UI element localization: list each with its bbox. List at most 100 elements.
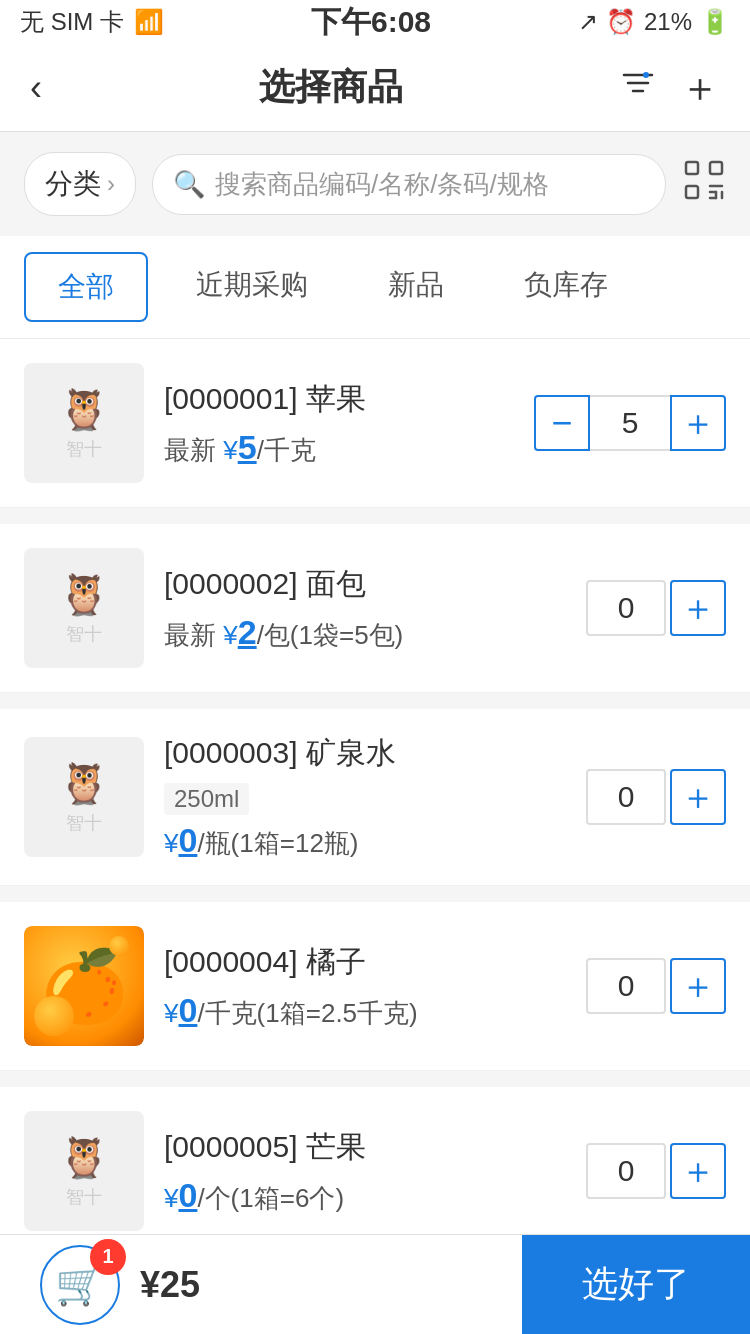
search-box[interactable]: 🔍 搜索商品编码/名称/条码/规格 [152,154,666,215]
owl-placeholder: 🦉 智十 [59,760,109,835]
qty-input[interactable] [586,580,666,636]
product-image: 🦉 智十 [24,363,144,483]
price-symbol: ¥ [223,620,237,650]
product-price: ¥0/瓶(1箱=12瓶) [164,821,566,861]
tab-new[interactable]: 新品 [356,252,476,322]
product-price: 最新 ¥2/包(1袋=5包) [164,613,566,653]
product-image: 🍊 [24,926,144,1046]
nav-right: ＋ [620,60,720,115]
qty-input[interactable] [590,395,670,451]
product-list: 🦉 智十 [0000001] 苹果 最新 ¥5/千克 − ＋ 🦉 智十 [000… [0,339,750,1334]
owl-label: 智十 [66,622,102,646]
qty-input[interactable] [586,958,666,1014]
category-button[interactable]: 分类 › [24,152,136,216]
product-name: [0000005] 芒果 [164,1127,566,1168]
price-unit: /个(1箱=6个) [197,1183,344,1213]
owl-placeholder: 🦉 智十 [59,386,109,461]
qty-decrease-button[interactable]: − [534,395,590,451]
product-name: [0000002] 面包 [164,564,566,605]
list-item: 🍊 [0000004] 橘子 ¥0/千克(1箱=2.5千克) ＋ [0,902,750,1071]
qty-increase-button[interactable]: ＋ [670,1143,726,1199]
status-right: ↗ ⏰ 21% 🔋 [578,8,730,36]
add-button[interactable]: ＋ [680,60,720,115]
owl-icon: 🦉 [59,386,109,433]
location-icon: ↗ [578,8,598,36]
owl-placeholder: 🦉 智十 [59,571,109,646]
qty-control: ＋ [586,1143,726,1199]
qty-input[interactable] [586,1143,666,1199]
category-label: 分类 [45,165,101,203]
nav-bar: ‹ 选择商品 ＋ [0,44,750,132]
product-name: [0000004] 橘子 [164,942,566,983]
price-unit: /千克 [257,435,316,465]
product-price: 最新 ¥5/千克 [164,428,514,468]
price-amount: 0 [178,991,197,1029]
scan-icon[interactable] [682,158,726,211]
back-button[interactable]: ‹ [30,67,42,109]
qty-input[interactable] [586,769,666,825]
owl-icon: 🦉 [59,571,109,618]
price-amount: 0 [178,821,197,859]
status-bar: 无 SIM 卡 📶 下午6:08 ↗ ⏰ 21% 🔋 [0,0,750,44]
price-amount: 5 [238,428,257,466]
tab-recent[interactable]: 近期采购 [164,252,340,322]
qty-control: ＋ [586,958,726,1014]
cart-total: ¥25 [140,1264,200,1306]
qty-control: − ＋ [534,395,726,451]
owl-label: 智十 [66,437,102,461]
battery-icon: 🔋 [700,8,730,36]
wifi-icon: 📶 [134,8,164,36]
qty-increase-button[interactable]: ＋ [670,958,726,1014]
category-arrow-icon: › [107,170,115,198]
svg-rect-4 [686,162,698,174]
product-info: [0000003] 矿泉水 250ml ¥0/瓶(1箱=12瓶) [164,733,566,861]
product-image: 🦉 智十 [24,737,144,857]
price-amount: 0 [178,1176,197,1214]
filter-bar: 分类 › 🔍 搜索商品编码/名称/条码/规格 [0,132,750,236]
product-name: [0000003] 矿泉水 [164,733,566,774]
tab-negative[interactable]: 负库存 [492,252,640,322]
qty-control: ＋ [586,580,726,636]
tab-all[interactable]: 全部 [24,252,148,322]
price-unit: /包(1袋=5包) [257,620,404,650]
product-price: ¥0/千克(1箱=2.5千克) [164,991,566,1031]
cart-button[interactable]: 🛒 1 [40,1245,120,1325]
product-spec: 250ml [164,783,249,815]
price-unit: /瓶(1箱=12瓶) [197,828,358,858]
search-icon: 🔍 [173,169,205,200]
product-info: [0000005] 芒果 ¥0/个(1箱=6个) [164,1127,566,1216]
battery-text: 21% [644,8,692,36]
owl-label: 智十 [66,1185,102,1209]
svg-rect-5 [710,162,722,174]
filter-icon[interactable] [620,65,656,110]
price-amount: 2 [238,613,257,651]
owl-label: 智十 [66,811,102,835]
list-item: 🦉 智十 [0000003] 矿泉水 250ml ¥0/瓶(1箱=12瓶) ＋ [0,709,750,886]
product-image: 🦉 智十 [24,1111,144,1231]
qty-increase-button[interactable]: ＋ [670,580,726,636]
list-item: 🦉 智十 [0000005] 芒果 ¥0/个(1箱=6个) ＋ [0,1087,750,1256]
list-item: 🦉 智十 [0000001] 苹果 最新 ¥5/千克 − ＋ [0,339,750,508]
cart-area: 🛒 1 ¥25 [0,1245,522,1325]
confirm-button[interactable]: 选好了 [522,1235,750,1334]
alarm-icon: ⏰ [606,8,636,36]
status-left: 无 SIM 卡 📶 [20,6,164,38]
bottom-bar: 🛒 1 ¥25 选好了 [0,1234,750,1334]
qty-increase-button[interactable]: ＋ [670,395,726,451]
product-info: [0000001] 苹果 最新 ¥5/千克 [164,379,514,468]
owl-icon: 🦉 [59,760,109,807]
carrier-text: 无 SIM 卡 [20,6,124,38]
qty-control: ＋ [586,769,726,825]
owl-placeholder: 🦉 智十 [59,1134,109,1209]
owl-icon: 🦉 [59,1134,109,1181]
product-info: [0000002] 面包 最新 ¥2/包(1袋=5包) [164,564,566,653]
price-prefix: 最新 [164,435,223,465]
cart-badge: 1 [90,1239,126,1275]
price-prefix: 最新 [164,620,223,650]
product-image: 🦉 智十 [24,548,144,668]
tab-bar: 全部 近期采购 新品 负库存 [0,236,750,339]
qty-increase-button[interactable]: ＋ [670,769,726,825]
product-info: [0000004] 橘子 ¥0/千克(1箱=2.5千克) [164,942,566,1031]
svg-point-3 [643,72,649,78]
search-placeholder: 搜索商品编码/名称/条码/规格 [215,167,549,202]
